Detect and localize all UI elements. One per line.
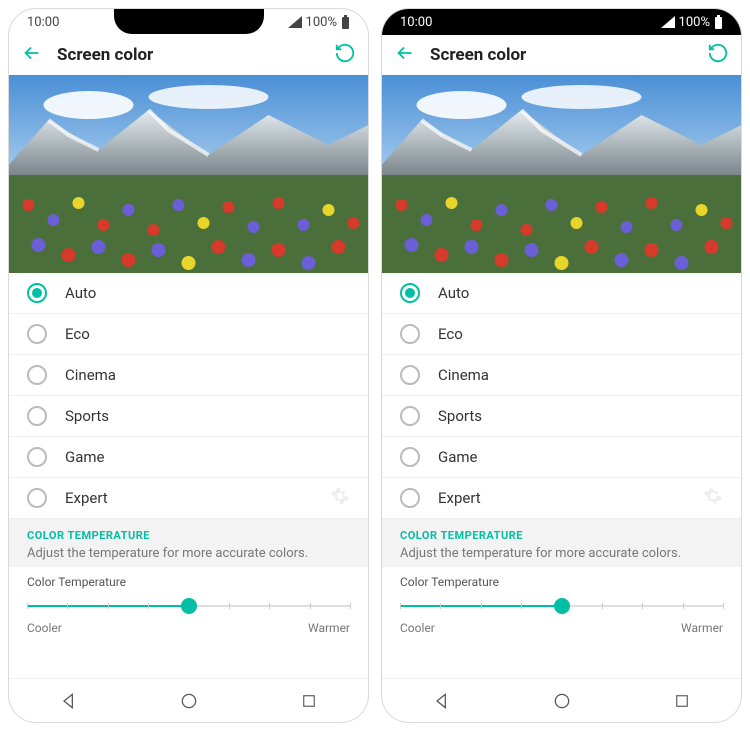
preview-image bbox=[382, 75, 741, 273]
option-expert[interactable]: Expert bbox=[382, 478, 741, 519]
option-label: Expert bbox=[438, 489, 481, 507]
radio-icon bbox=[27, 324, 47, 344]
nav-recent-button[interactable] bbox=[673, 692, 691, 710]
option-sports[interactable]: Sports bbox=[382, 396, 741, 437]
option-eco[interactable]: Eco bbox=[382, 314, 741, 355]
header: Screen color bbox=[9, 35, 368, 75]
phone-notched: 10:00 100% Screen color bbox=[8, 8, 369, 723]
nav-recent-button[interactable] bbox=[300, 692, 318, 710]
option-auto[interactable]: Auto bbox=[382, 273, 741, 314]
navigation-bar bbox=[382, 678, 741, 722]
slider-label: Color Temperature bbox=[400, 575, 723, 589]
slider-label: Color Temperature bbox=[27, 575, 350, 589]
section-title: COLOR TEMPERATURE bbox=[400, 529, 723, 542]
option-game[interactable]: Game bbox=[382, 437, 741, 478]
options-list: Auto Eco Cinema Sports Game Expert bbox=[382, 273, 741, 519]
option-cinema[interactable]: Cinema bbox=[382, 355, 741, 396]
status-battery: 100% bbox=[306, 15, 337, 30]
notch bbox=[114, 8, 264, 34]
navigation-bar bbox=[9, 678, 368, 722]
radio-icon bbox=[27, 365, 47, 385]
temperature-slider[interactable] bbox=[27, 605, 350, 607]
option-label: Eco bbox=[438, 325, 463, 343]
options-list: Auto Eco Cinema Sports Game Expert bbox=[9, 273, 368, 519]
gear-icon[interactable] bbox=[703, 486, 723, 510]
option-label: Expert bbox=[65, 489, 108, 507]
header: Screen color bbox=[382, 35, 741, 75]
page-title: Screen color bbox=[430, 45, 693, 65]
radio-icon bbox=[400, 406, 420, 426]
battery-icon bbox=[714, 15, 723, 29]
option-label: Auto bbox=[65, 284, 96, 302]
radio-icon bbox=[400, 488, 420, 508]
radio-icon bbox=[27, 283, 47, 303]
temperature-section: COLOR TEMPERATURE Adjust the temperature… bbox=[9, 519, 368, 567]
section-description: Adjust the temperature for more accurate… bbox=[400, 546, 723, 561]
nav-home-button[interactable] bbox=[179, 691, 199, 711]
option-label: Eco bbox=[65, 325, 90, 343]
radio-icon bbox=[27, 488, 47, 508]
radio-icon bbox=[400, 447, 420, 467]
status-bar: 10:00 100% bbox=[382, 9, 741, 35]
page-title: Screen color bbox=[57, 45, 320, 65]
slider-right-label: Warmer bbox=[308, 621, 350, 635]
radio-icon bbox=[400, 365, 420, 385]
slider-left-label: Cooler bbox=[400, 621, 435, 635]
option-label: Cinema bbox=[65, 366, 116, 384]
preview-image bbox=[9, 75, 368, 273]
gear-icon[interactable] bbox=[330, 486, 350, 510]
nav-back-button[interactable] bbox=[59, 691, 79, 711]
option-label: Sports bbox=[65, 407, 109, 425]
radio-icon bbox=[27, 406, 47, 426]
slider-right-label: Warmer bbox=[681, 621, 723, 635]
back-button[interactable] bbox=[21, 42, 43, 68]
option-label: Cinema bbox=[438, 366, 489, 384]
option-label: Game bbox=[438, 448, 478, 466]
back-button[interactable] bbox=[394, 42, 416, 68]
reset-button[interactable] bbox=[334, 42, 356, 68]
option-auto[interactable]: Auto bbox=[9, 273, 368, 314]
section-title: COLOR TEMPERATURE bbox=[27, 529, 350, 542]
option-expert[interactable]: Expert bbox=[9, 478, 368, 519]
status-battery: 100% bbox=[679, 15, 710, 30]
option-label: Game bbox=[65, 448, 105, 466]
slider-area: Color Temperature Cooler Warmer bbox=[9, 567, 368, 645]
nav-back-button[interactable] bbox=[432, 691, 452, 711]
slider-area: Color Temperature Cooler Warmer bbox=[382, 567, 741, 645]
option-label: Auto bbox=[438, 284, 469, 302]
reset-button[interactable] bbox=[707, 42, 729, 68]
signal-icon bbox=[661, 16, 675, 28]
temperature-slider[interactable] bbox=[400, 605, 723, 607]
option-eco[interactable]: Eco bbox=[9, 314, 368, 355]
option-cinema[interactable]: Cinema bbox=[9, 355, 368, 396]
option-label: Sports bbox=[438, 407, 482, 425]
temperature-section: COLOR TEMPERATURE Adjust the temperature… bbox=[382, 519, 741, 567]
status-time: 10:00 bbox=[400, 15, 661, 30]
slider-thumb[interactable] bbox=[554, 598, 570, 614]
section-description: Adjust the temperature for more accurate… bbox=[27, 546, 350, 561]
radio-icon bbox=[27, 447, 47, 467]
signal-icon bbox=[288, 16, 302, 28]
radio-icon bbox=[400, 283, 420, 303]
battery-icon bbox=[341, 15, 350, 29]
option-sports[interactable]: Sports bbox=[9, 396, 368, 437]
radio-icon bbox=[400, 324, 420, 344]
slider-left-label: Cooler bbox=[27, 621, 62, 635]
option-game[interactable]: Game bbox=[9, 437, 368, 478]
nav-home-button[interactable] bbox=[552, 691, 572, 711]
phone-fullbar: 10:00 100% Screen color Auto Eco Cinema bbox=[381, 8, 742, 723]
slider-thumb[interactable] bbox=[181, 598, 197, 614]
